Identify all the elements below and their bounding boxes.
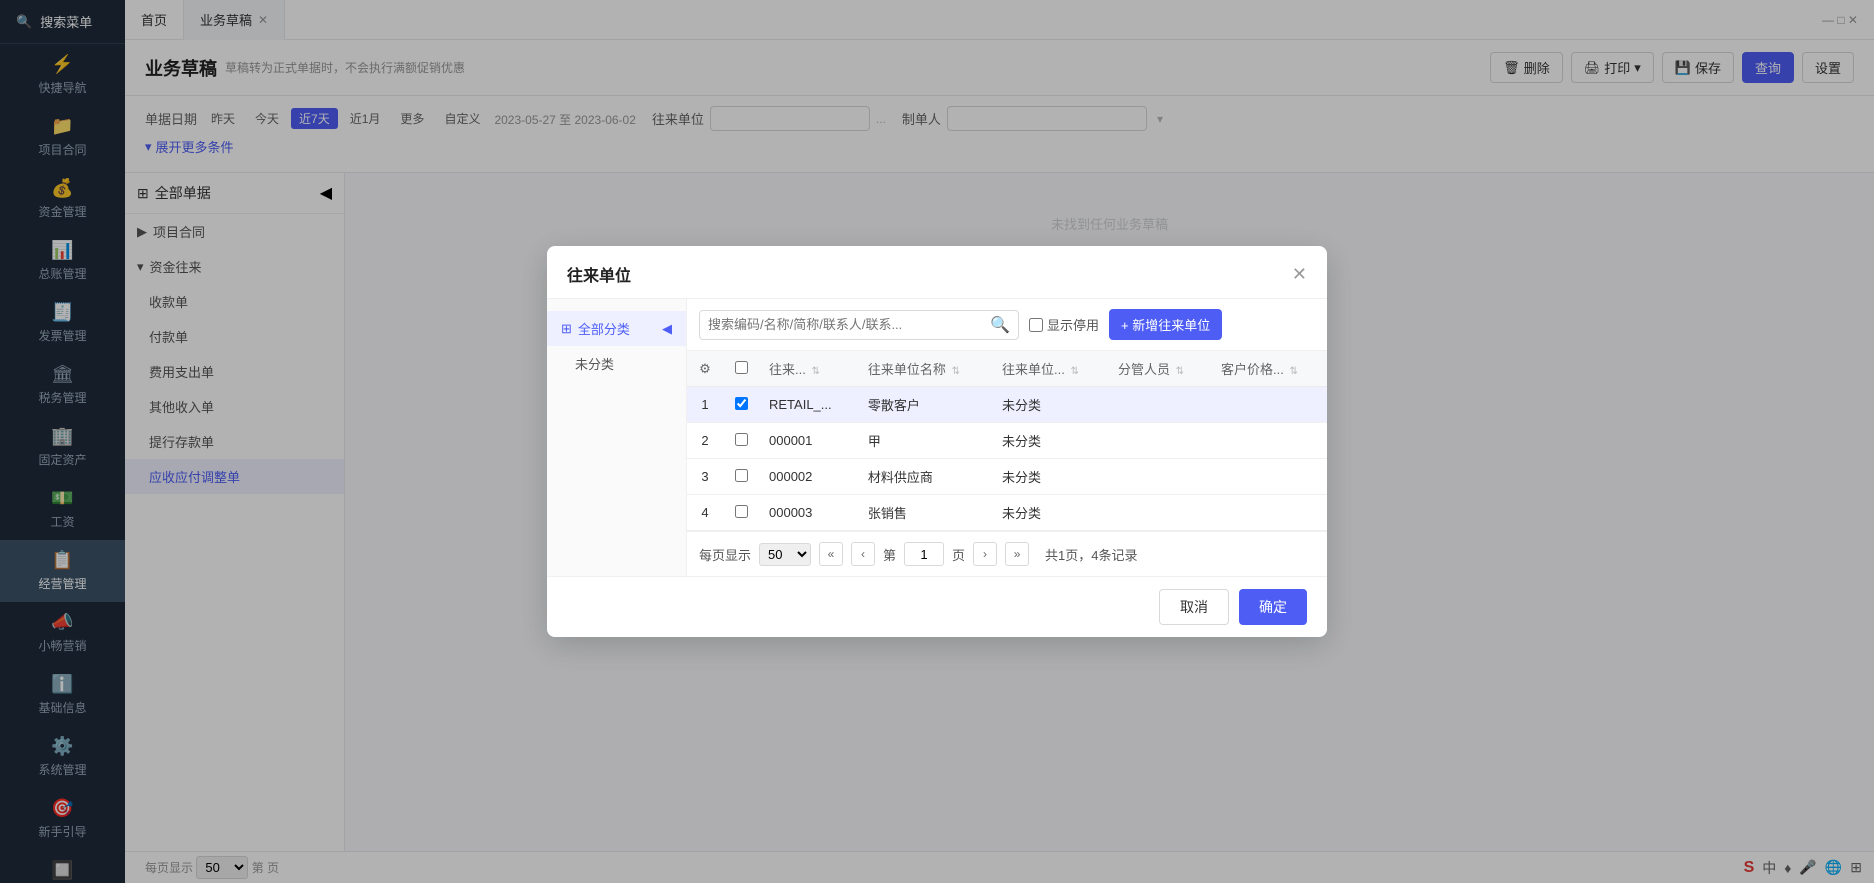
select-all-checkbox[interactable]	[735, 361, 748, 374]
table-col-category: 往来单位... ⇅	[992, 351, 1108, 387]
row-manager	[1108, 495, 1211, 531]
row-num: 1	[687, 387, 723, 423]
row-price	[1211, 459, 1327, 495]
row-num: 2	[687, 423, 723, 459]
sort-icon: ⇅	[1176, 366, 1184, 377]
dialog-title: 往来单位	[567, 262, 631, 286]
row-price	[1211, 495, 1327, 531]
table-col-manager: 分管人员 ⇅	[1108, 351, 1211, 387]
page-prev-button[interactable]: ‹	[851, 542, 875, 566]
table-row[interactable]: 2 000001 甲 未分类	[687, 423, 1327, 459]
row-num: 3	[687, 459, 723, 495]
dialog-footer: 取消 确定	[547, 576, 1327, 637]
table-col-name: 往来单位名称 ⇅	[858, 351, 992, 387]
dialog-close-button[interactable]: ✕	[1292, 264, 1307, 285]
row-manager	[1108, 423, 1211, 459]
grid-icon: ⊞	[561, 321, 572, 337]
row-name: 零散客户	[858, 387, 992, 423]
row-checkbox[interactable]	[723, 423, 759, 459]
confirm-button[interactable]: 确定	[1239, 589, 1307, 625]
row-checkbox[interactable]	[723, 387, 759, 423]
table-col-settings[interactable]: ⚙	[687, 351, 723, 387]
page-next-button[interactable]: ›	[973, 542, 997, 566]
dialog-category-panel: ⊞ 全部分类 ◀ 未分类	[547, 299, 687, 576]
sort-icon: ⇅	[952, 366, 960, 377]
show-disabled-label[interactable]: 显示停用	[1029, 315, 1099, 334]
page-first-button[interactable]: «	[819, 542, 843, 566]
category-collapse-icon[interactable]: ◀	[662, 321, 672, 337]
dialog-table-scroll[interactable]: ⚙ 往来... ⇅ 往来单位名称	[687, 351, 1327, 531]
sort-icon: ⇅	[1289, 366, 1297, 377]
row-checkbox[interactable]	[723, 495, 759, 531]
row-code: 000003	[759, 495, 858, 531]
row-category: 未分类	[992, 423, 1108, 459]
per-page-label: 每页显示	[699, 545, 751, 564]
dialog-right-panel: 🔍 显示停用 + 新增往来单位 ⚙	[687, 299, 1327, 576]
settings-icon: ⚙	[699, 361, 711, 376]
partner-search-box: 🔍	[699, 310, 1019, 340]
show-disabled-checkbox[interactable]	[1029, 318, 1043, 332]
dialog-body: ⊞ 全部分类 ◀ 未分类 🔍 显示停用	[547, 299, 1327, 576]
row-category: 未分类	[992, 495, 1108, 531]
table-header: ⚙ 往来... ⇅ 往来单位名称	[687, 351, 1327, 387]
sort-icon: ⇅	[811, 366, 819, 377]
row-checkbox[interactable]	[723, 459, 759, 495]
dialog-pagination: 每页显示 50 100 200 « ‹ 第 页 › » 共1页，4条记录	[687, 531, 1327, 576]
cancel-button[interactable]: 取消	[1159, 589, 1229, 625]
dialog-header: 往来单位 ✕	[547, 246, 1327, 299]
dialog-uncategorized[interactable]: 未分类	[547, 346, 686, 381]
row-code: 000002	[759, 459, 858, 495]
partner-table: ⚙ 往来... ⇅ 往来单位名称	[687, 351, 1327, 531]
table-row[interactable]: 4 000003 张销售 未分类	[687, 495, 1327, 531]
row-num: 4	[687, 495, 723, 531]
row-code: RETAIL_...	[759, 387, 858, 423]
partner-dialog: 往来单位 ✕ ⊞ 全部分类 ◀ 未分类	[547, 246, 1327, 637]
row-name: 张销售	[858, 495, 992, 531]
partner-search-input[interactable]	[708, 317, 984, 332]
row-category: 未分类	[992, 459, 1108, 495]
row-category: 未分类	[992, 387, 1108, 423]
table-col-price: 客户价格... ⇅	[1211, 351, 1327, 387]
dialog-toolbar: 🔍 显示停用 + 新增往来单位	[687, 299, 1327, 351]
per-page-select[interactable]: 50 100 200	[759, 543, 811, 566]
page-current-input[interactable]	[904, 542, 944, 566]
page-last-button[interactable]: »	[1005, 542, 1029, 566]
row-price	[1211, 423, 1327, 459]
row-code: 000001	[759, 423, 858, 459]
modal-overlay: 往来单位 ✕ ⊞ 全部分类 ◀ 未分类	[0, 0, 1874, 883]
dialog-all-category[interactable]: ⊞ 全部分类 ◀	[547, 311, 686, 346]
row-price	[1211, 387, 1327, 423]
row-name: 材料供应商	[858, 459, 992, 495]
table-row[interactable]: 1 RETAIL_... 零散客户 未分类	[687, 387, 1327, 423]
page-suffix: 页	[952, 545, 965, 564]
page-label: 第	[883, 545, 896, 564]
search-icon: 🔍	[990, 315, 1010, 335]
table-col-checkbox[interactable]	[723, 351, 759, 387]
total-records: 共1页，4条记录	[1045, 545, 1137, 564]
row-name: 甲	[858, 423, 992, 459]
table-col-code: 往来... ⇅	[759, 351, 858, 387]
table-body: 1 RETAIL_... 零散客户 未分类 2	[687, 387, 1327, 531]
table-row[interactable]: 3 000002 材料供应商 未分类	[687, 459, 1327, 495]
sort-icon: ⇅	[1071, 366, 1079, 377]
row-manager	[1108, 387, 1211, 423]
add-partner-button[interactable]: + 新增往来单位	[1109, 309, 1222, 340]
row-manager	[1108, 459, 1211, 495]
